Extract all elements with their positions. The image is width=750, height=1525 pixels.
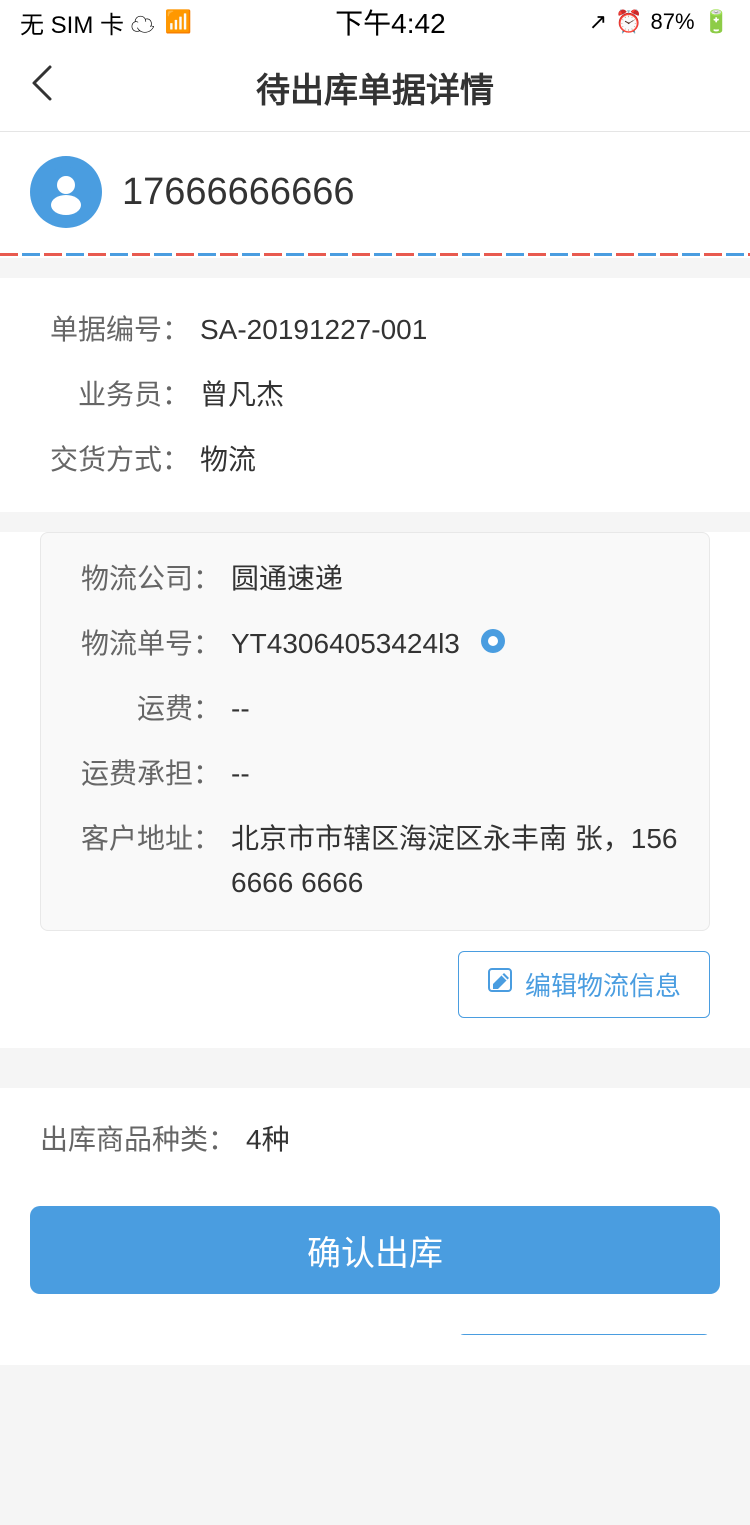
freight-value: -- [231,687,679,732]
document-number-row: 单据编号： SA-20191227-001 [40,308,710,353]
user-phone: 17666666666 [122,171,354,214]
status-left: 无 SIM 卡 ☁ 📶 [20,5,192,40]
logistics-tracking-value: YT43064053424l3 [231,622,679,667]
confirm-outbound-label: 确认出库 [307,1226,443,1275]
dashed-line-decoration [0,253,750,256]
location-icon: ↗ [589,9,607,35]
page-title: 待出库单据详情 [256,63,494,112]
freight-label: 运费： [71,687,231,732]
logistics-company-value: 圆通速递 [231,557,679,602]
section-divider [0,1048,750,1068]
sim-label: 无 SIM 卡 ☁ [20,5,155,40]
document-number-value: SA-20191227-001 [200,308,710,353]
document-number-label: 单据编号： [40,308,200,353]
delivery-row: 交货方式： 物流 [40,438,710,483]
logistics-section: 物流公司： 圆通速递 物流单号： YT43064053424l3 [0,532,750,1048]
logistics-company-row: 物流公司： 圆通速递 [71,557,679,602]
logistics-tracking-row: 物流单号： YT43064053424l3 [71,622,679,667]
outbound-type-row: 出库商品种类： 4种 [40,1118,710,1163]
confirm-outbound-button[interactable]: 确认出库 [30,1206,720,1294]
logistics-tracking-label: 物流单号： [71,622,231,667]
document-info-section: 单据编号： SA-20191227-001 业务员： 曾凡杰 交货方式： 物流 [0,278,750,512]
freight-row: 运费： -- [71,687,679,732]
user-header: 17666666666 [0,132,750,252]
edit-logistics-label: 编辑物流信息 [525,966,681,1003]
address-value: 北京市市辖区海淀区永丰南 张，156 6666 6666 [231,817,679,907]
address-label: 客户地址： [71,817,231,862]
logistics-company-label: 物流公司： [71,557,231,602]
status-right: ↗ ⏰ 87% 🔋 [589,9,730,35]
freight-bearer-value: -- [231,752,679,797]
status-time: 下午4:42 [335,2,446,42]
freight-bearer-label: 运费承担： [71,752,231,797]
wifi-icon: 📶 [165,9,192,35]
battery-indicator: 87% [651,9,695,35]
nav-bar: 待出库单据详情 [0,44,750,132]
alarm-icon: ⏰ [615,9,642,35]
freight-bearer-row: 运费承担： -- [71,752,679,797]
delivery-value: 物流 [200,438,710,483]
edit-logistics-button[interactable]: 编辑物流信息 [458,951,710,1018]
status-bar: 无 SIM 卡 ☁ 📶 下午4:42 ↗ ⏰ 87% 🔋 [0,0,750,44]
avatar [30,156,102,228]
dashed-divider [0,252,750,258]
logistics-card: 物流公司： 圆通速递 物流单号： YT43064053424l3 [40,532,710,931]
salesperson-value: 曾凡杰 [200,373,710,418]
address-row: 客户地址： 北京市市辖区海淀区永丰南 张，156 6666 6666 [71,817,679,907]
salesperson-label: 业务员： [40,373,200,418]
edit-icon [487,967,515,1002]
outbound-type-value: 4种 [246,1118,710,1163]
outbound-type-label: 出库商品种类： [40,1118,246,1163]
edit-btn-wrapper: 编辑物流信息 [40,931,710,1018]
battery-icon: 🔋 [703,9,730,35]
delivery-label: 交货方式： [40,438,200,483]
confirm-section: 确认出库 [0,1186,750,1334]
salesperson-row: 业务员： 曾凡杰 [40,373,710,418]
location-pin-icon[interactable] [476,627,512,663]
back-button[interactable] [30,53,74,122]
